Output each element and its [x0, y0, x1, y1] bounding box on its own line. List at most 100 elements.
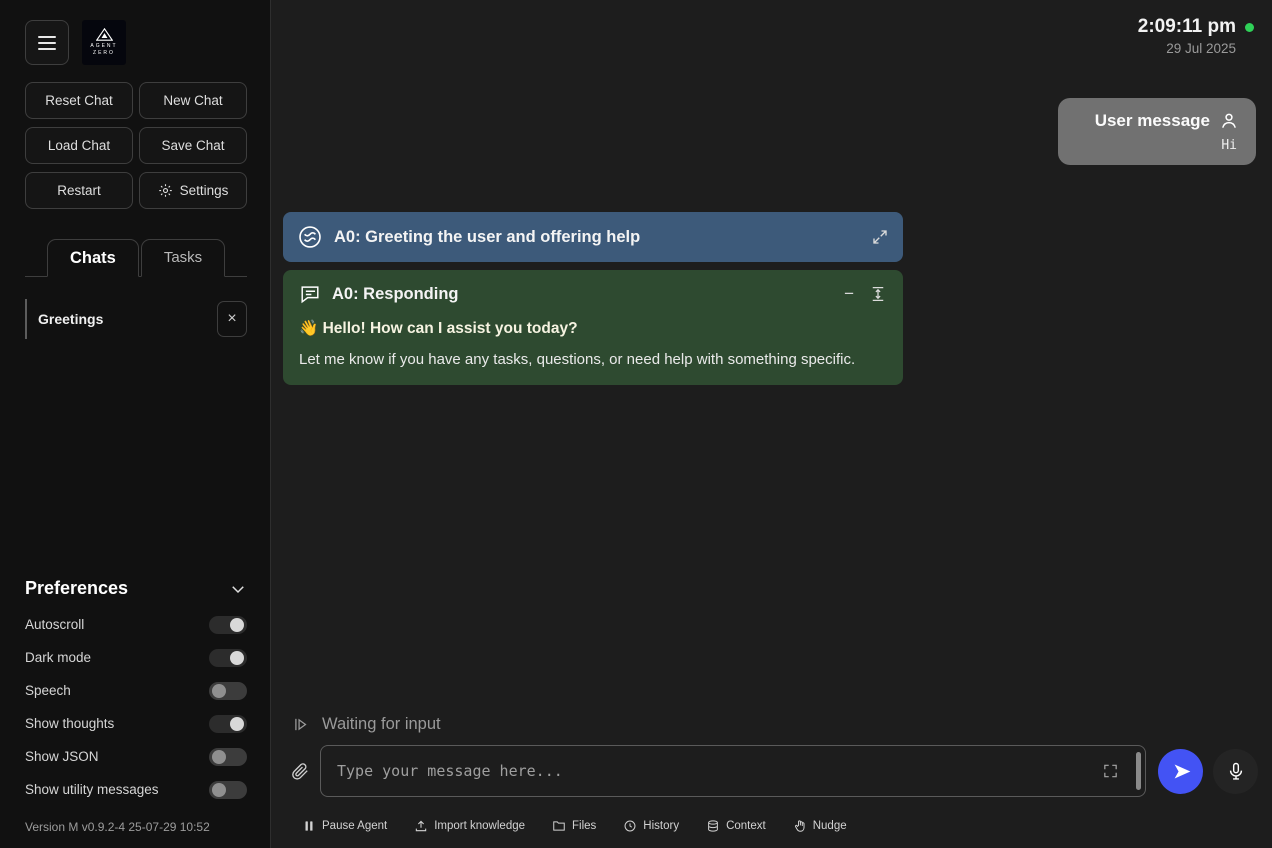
hamburger-icon: [38, 35, 56, 50]
preferences-section: Preferences Autoscroll Dark mode Speech …: [25, 578, 247, 806]
logo-triangle-icon: [95, 27, 113, 41]
date-display: 29 Jul 2025: [1166, 41, 1236, 56]
agent-response-title: A0: Responding: [332, 284, 459, 303]
menu-button[interactable]: [25, 20, 69, 65]
status-text: Waiting for input: [322, 715, 441, 733]
pref-label-speech: Speech: [25, 683, 71, 698]
message-input-wrap: [320, 745, 1146, 797]
bottom-toolbar: Pause Agent Import knowledge Files Histo…: [302, 812, 1272, 840]
reset-chat-button[interactable]: Reset Chat: [25, 82, 133, 119]
agent-response-greeting: 👋 Hello! How can I assist you today?: [299, 320, 578, 337]
pref-row-show-utility: Show utility messages: [25, 773, 247, 806]
version-text: Version M v0.9.2-4 25-07-29 10:52: [25, 820, 210, 834]
tab-chats[interactable]: Chats: [47, 239, 139, 277]
autoscroll-toggle[interactable]: [209, 615, 247, 634]
sidebar-button-grid: Reset Chat New Chat Load Chat Save Chat …: [25, 82, 247, 209]
pause-agent-button[interactable]: Pause Agent: [302, 819, 387, 833]
agent-heading-message: A0: Greeting the user and offering help: [283, 212, 903, 262]
sidebar-tabs: Chats Tasks: [25, 239, 247, 277]
tool-label-context: Context: [726, 820, 766, 832]
fullscreen-input-icon[interactable]: [1102, 763, 1119, 780]
folder-icon: [553, 821, 565, 831]
tool-label-nudge: Nudge: [812, 820, 847, 832]
composer: [291, 745, 1258, 797]
dark-mode-toggle[interactable]: [209, 648, 247, 667]
import-knowledge-button[interactable]: Import knowledge: [414, 819, 525, 833]
restart-button[interactable]: Restart: [25, 172, 133, 209]
settings-button[interactable]: Settings: [139, 172, 247, 209]
tool-label-import: Import knowledge: [434, 820, 526, 832]
load-chat-button[interactable]: Load Chat: [25, 127, 133, 164]
user-message-text: Hi: [1221, 138, 1237, 153]
message-input[interactable]: [320, 745, 1146, 797]
chat-item-label: Greetings: [38, 311, 104, 327]
agent-status: Waiting for input: [292, 715, 1272, 734]
speech-toggle[interactable]: [209, 681, 247, 700]
agent-zero-logo[interactable]: AGENT ZERO: [82, 20, 126, 65]
agent-response-message: A0: Responding − 👋 Hello! How can I assi…: [283, 270, 903, 385]
clock-icon: [624, 820, 636, 832]
preferences-header[interactable]: Preferences: [25, 578, 247, 599]
connection-status-dot: [1245, 23, 1254, 32]
chat-bubble-icon: [299, 283, 321, 305]
input-scrollbar[interactable]: [1136, 752, 1141, 790]
pause-icon: [305, 821, 313, 831]
time-display: 2:09:11 pm: [1137, 16, 1236, 37]
pref-label-show-utility: Show utility messages: [25, 782, 159, 797]
agent-heading-title: A0: Greeting the user and offering help: [334, 227, 641, 246]
pref-label-autoscroll: Autoscroll: [25, 617, 85, 632]
show-json-toggle[interactable]: [209, 747, 247, 766]
pref-row-dark-mode: Dark mode: [25, 641, 247, 674]
waiting-icon: [295, 718, 307, 731]
chat-main: 2:09:11 pm 29 Jul 2025 User message Hi A…: [271, 0, 1272, 848]
hand-icon: [794, 820, 805, 832]
tool-label-pause: Pause Agent: [322, 820, 388, 832]
user-icon: [1222, 113, 1236, 128]
save-chat-button[interactable]: Save Chat: [139, 127, 247, 164]
brain-icon: [297, 224, 323, 250]
agent-response-detail: Let me know if you have any tasks, quest…: [299, 351, 856, 368]
tab-tasks[interactable]: Tasks: [140, 239, 226, 277]
microphone-icon: [1229, 762, 1242, 780]
chat-list-item-greetings[interactable]: Greetings ×: [25, 299, 247, 339]
sidebar-header: AGENT ZERO: [25, 20, 247, 65]
tool-label-history: History: [643, 820, 680, 832]
settings-label: Settings: [179, 183, 229, 198]
attachment-button[interactable]: [291, 759, 310, 784]
pref-row-show-json: Show JSON: [25, 740, 247, 773]
context-button[interactable]: Context: [706, 819, 766, 833]
pref-row-show-thoughts: Show thoughts: [25, 707, 247, 740]
stack-icon: [708, 820, 718, 832]
chat-close-button[interactable]: ×: [217, 301, 247, 337]
gear-icon: [158, 184, 172, 197]
show-utility-toggle[interactable]: [209, 780, 247, 799]
preferences-title: Preferences: [25, 578, 129, 598]
pref-label-show-json: Show JSON: [25, 749, 99, 764]
files-button[interactable]: Files: [552, 819, 596, 833]
pref-row-speech: Speech: [25, 674, 247, 707]
minimize-button[interactable]: −: [840, 284, 858, 304]
nudge-button[interactable]: Nudge: [793, 819, 847, 833]
user-message-title: User message: [1094, 111, 1210, 130]
microphone-button[interactable]: [1213, 748, 1258, 794]
chevron-down-icon: [232, 585, 244, 593]
pref-label-show-thoughts: Show thoughts: [25, 716, 115, 731]
send-button[interactable]: [1158, 748, 1203, 794]
upload-icon: [416, 820, 427, 832]
pref-label-dark-mode: Dark mode: [25, 650, 92, 665]
show-thoughts-toggle[interactable]: [209, 714, 247, 733]
expand-vertical-icon[interactable]: [869, 285, 887, 303]
sidebar: AGENT ZERO Reset Chat New Chat Load Chat…: [0, 0, 271, 848]
expand-icon[interactable]: [871, 228, 889, 246]
tool-label-files: Files: [572, 820, 597, 832]
logo-text-line2: ZERO: [93, 50, 115, 56]
history-button[interactable]: History: [623, 819, 679, 833]
user-message: User message Hi: [1058, 98, 1256, 165]
chat-list: Greetings ×: [25, 299, 247, 339]
logo-text-line1: AGENT: [90, 42, 118, 49]
clock: 2:09:11 pm 29 Jul 2025: [1138, 16, 1254, 56]
pref-row-autoscroll: Autoscroll: [25, 608, 247, 641]
new-chat-button[interactable]: New Chat: [139, 82, 247, 119]
paperclip-icon: [292, 762, 308, 780]
